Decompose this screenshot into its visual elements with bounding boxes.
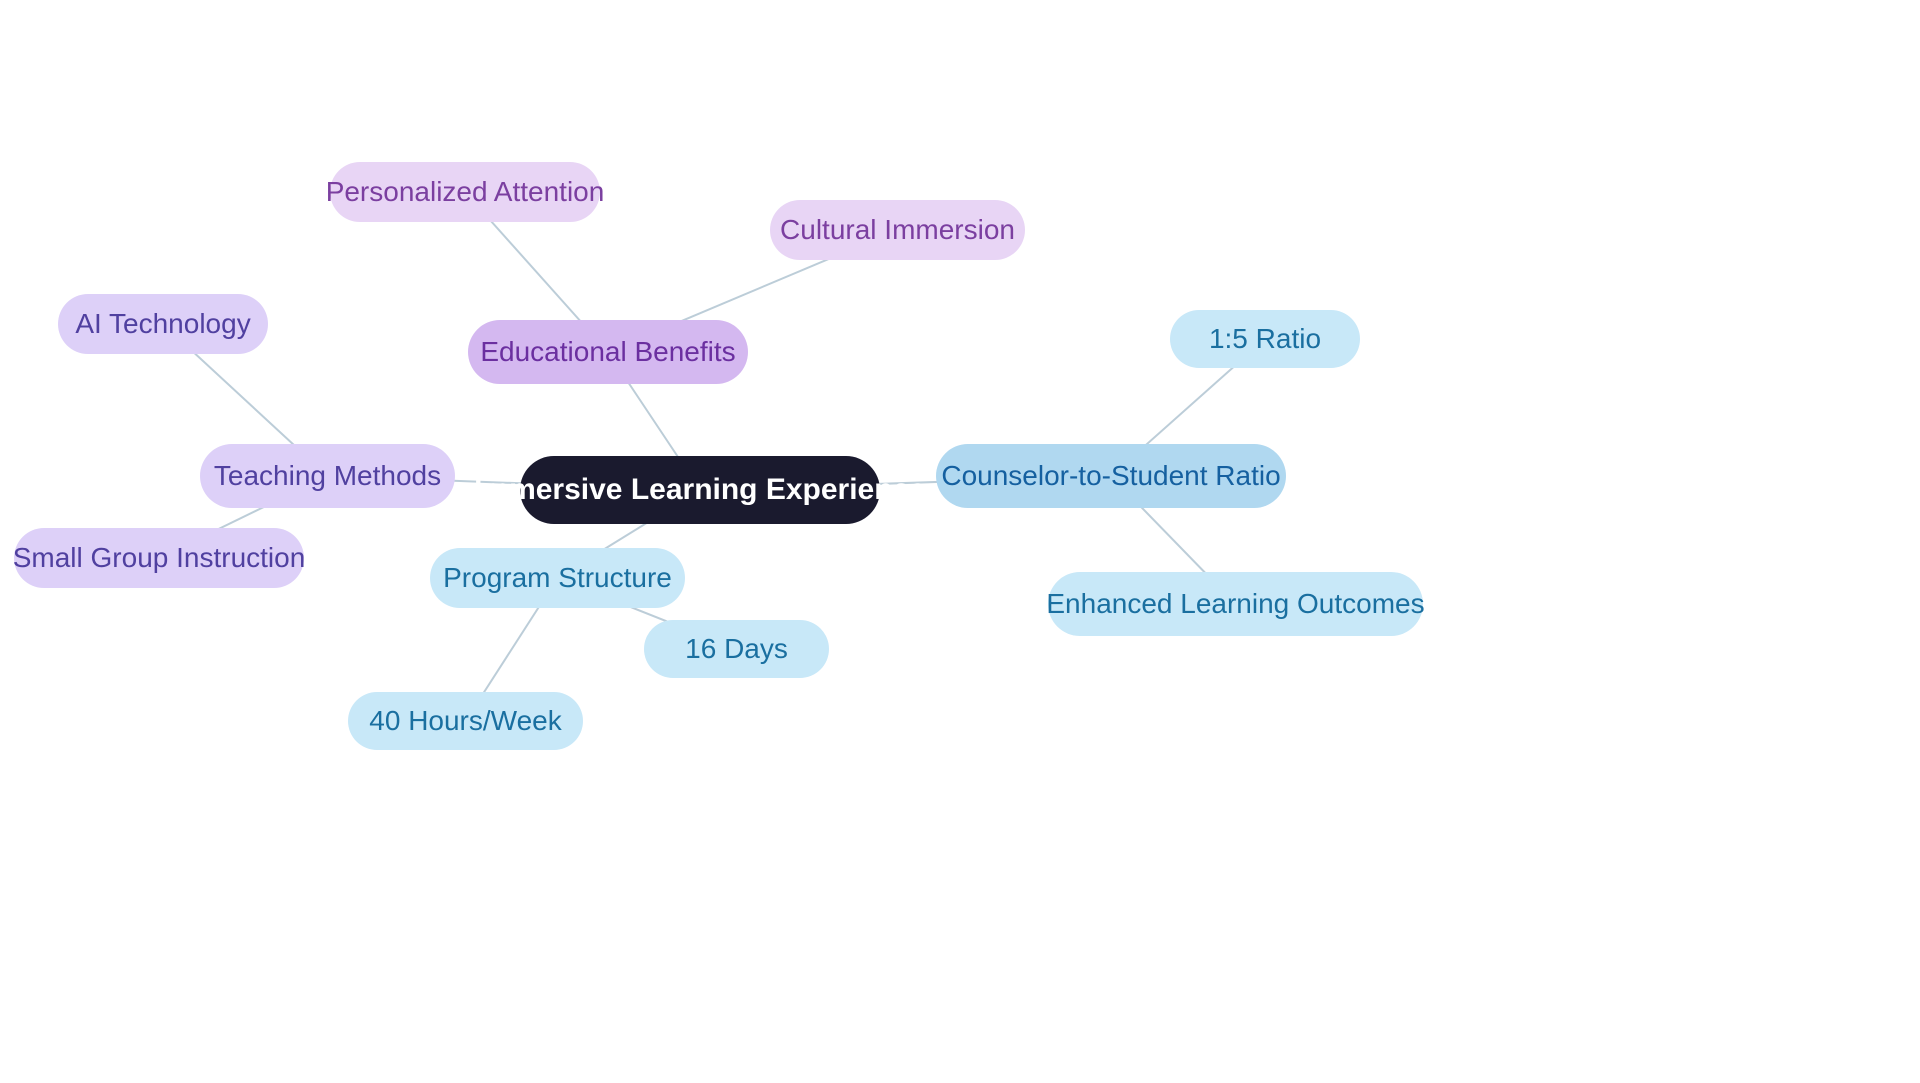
- hours-node[interactable]: 40 Hours/Week: [348, 692, 583, 750]
- center-node[interactable]: Immersive Learning Experience: [520, 456, 880, 524]
- program-structure-node[interactable]: Program Structure: [430, 548, 685, 608]
- ratio-node[interactable]: 1:5 Ratio: [1170, 310, 1360, 368]
- cultural-immersion-node[interactable]: Cultural Immersion: [770, 200, 1025, 260]
- ai-technology-node[interactable]: AI Technology: [58, 294, 268, 354]
- personalized-attention-node[interactable]: Personalized Attention: [330, 162, 600, 222]
- educational-benefits-node[interactable]: Educational Benefits: [468, 320, 748, 384]
- small-group-instruction-node[interactable]: Small Group Instruction: [14, 528, 304, 588]
- counselor-ratio-node[interactable]: Counselor-to-Student Ratio: [936, 444, 1286, 508]
- days-node[interactable]: 16 Days: [644, 620, 829, 678]
- teaching-methods-node[interactable]: Teaching Methods: [200, 444, 455, 508]
- enhanced-outcomes-node[interactable]: Enhanced Learning Outcomes: [1048, 572, 1423, 636]
